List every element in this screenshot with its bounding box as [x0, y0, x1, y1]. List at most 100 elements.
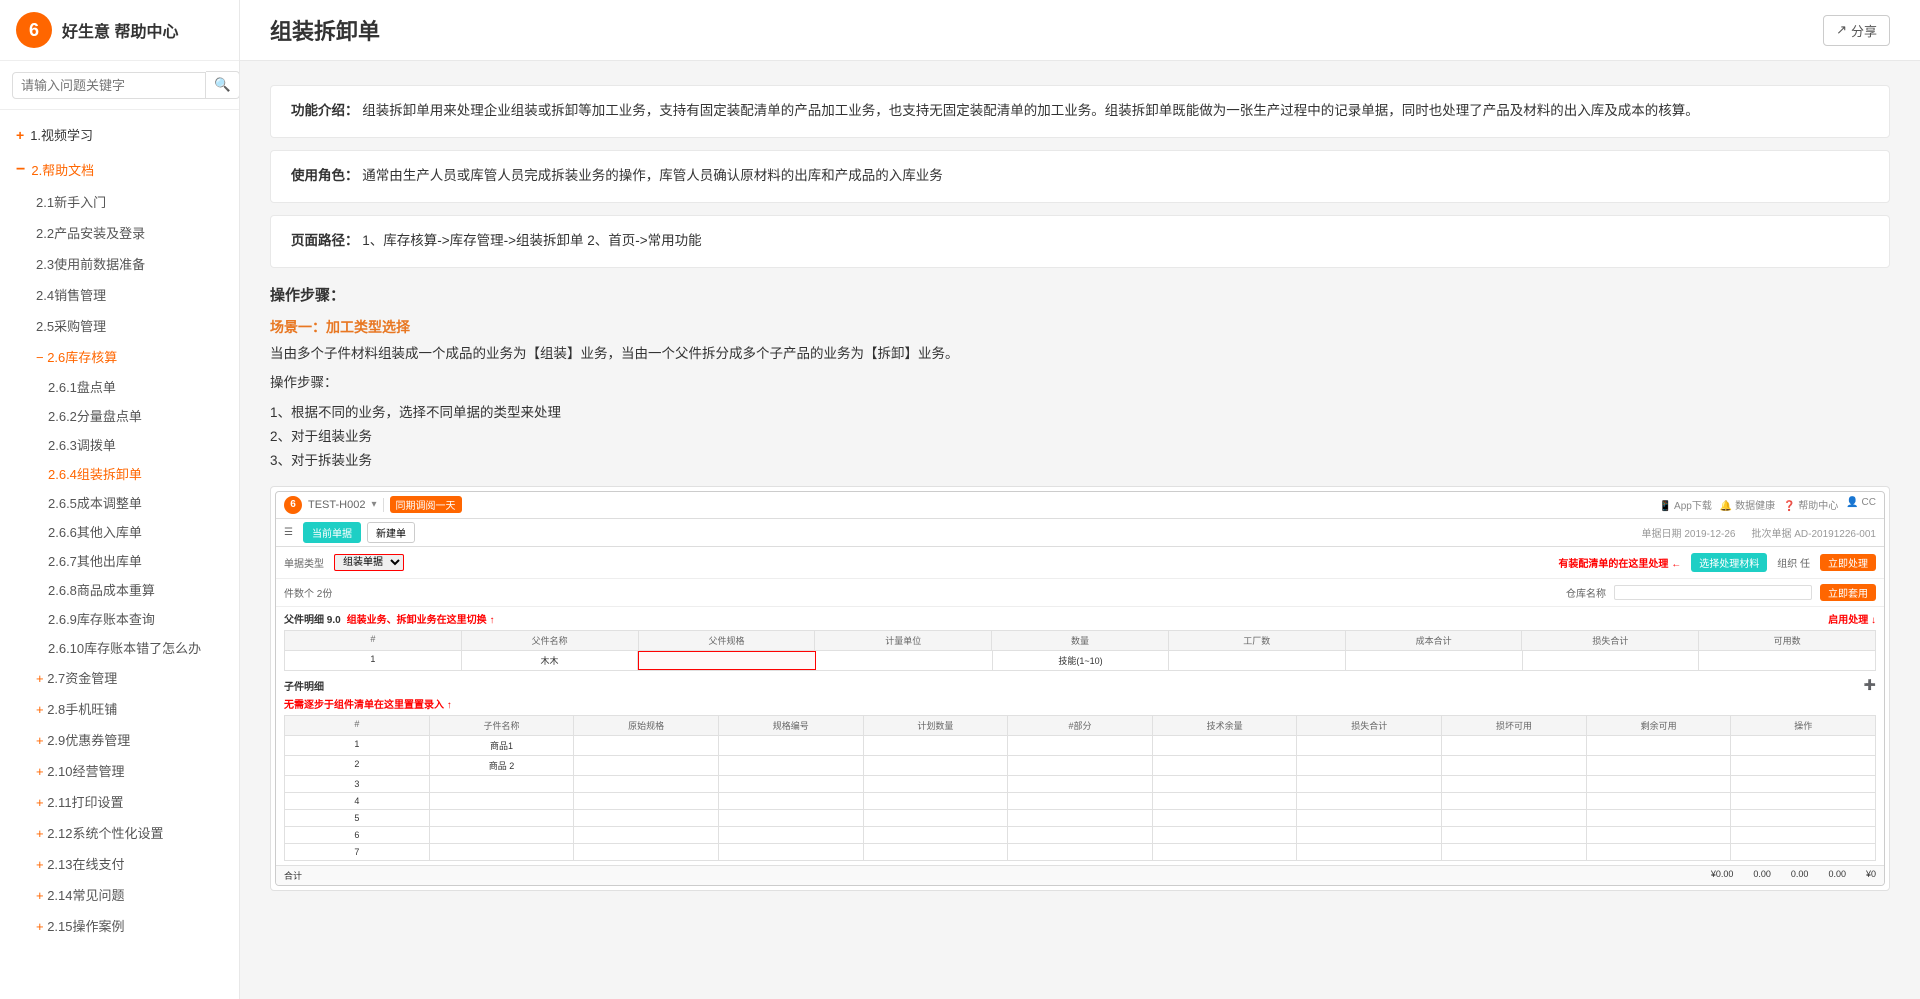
plus-icon: +: [16, 127, 24, 143]
sim-help: ❓ 帮助中心: [1783, 497, 1838, 512]
sim-table1-header: # 父件名称 父件规格 计量单位 数量 工厂数 成本合计 损失合计 可用数: [284, 630, 1876, 650]
sim-assembly-row: 父件明细 9.0 组装业务、拆卸业务在这里切换 ↑ 启用处理 ↓: [276, 607, 1884, 630]
minus-icon: −: [16, 161, 25, 179]
table-row: 7: [284, 843, 1876, 861]
screenshot-image: 6 TEST-H002 ▾ 同期调阅一天 📱 App下载 🔔 数据健康 ❓ 帮助…: [275, 491, 1885, 886]
sim-table1: # 父件名称 父件规格 计量单位 数量 工厂数 成本合计 损失合计 可用数 1: [284, 630, 1876, 671]
sidebar-item-payment[interactable]: + 2.13在线支付: [0, 848, 239, 879]
sidebar-item-coupon[interactable]: + 2.9优惠券管理: [0, 724, 239, 755]
sim-confirm-btn[interactable]: 立即处理: [1820, 554, 1876, 571]
feature-intro-text: 组装拆卸单用来处理企业组装或拆卸等加工业务，支持有固定装配清单的产品加工业务，也…: [362, 103, 1699, 118]
table-row: 6: [284, 826, 1876, 843]
sim-health: 🔔 数据健康: [1720, 497, 1775, 512]
share-icon: ↗: [1836, 22, 1847, 38]
scene1-desc: 当由多个子件材料组装成一个成品的业务为【组装】业务，当由一个父件拆分成多个子产品…: [270, 343, 1890, 366]
step3: 3、对于拆装业务: [270, 449, 1890, 473]
nav-list: + 1.视频学习 − 2.帮助文档 2.1新手入门 2.2产品安装及登录 2.3…: [0, 110, 239, 999]
path-label: 页面路径：: [291, 233, 359, 248]
sidebar-item-label: 1.视频学习: [30, 125, 93, 144]
sim-annotation1: 有装配清单的在这里处理 ←: [1558, 555, 1681, 570]
nav-section-videos: + 1.视频学习: [0, 118, 239, 151]
table-row: 1 商品1: [284, 735, 1876, 755]
sim-warehouse-input[interactable]: [1614, 585, 1812, 600]
sim-annotation4: 无需逐步于组件清单在这里置置录入 ↑: [284, 696, 452, 711]
logo-icon: 6: [16, 12, 52, 48]
sidebar-item-inventory[interactable]: − 2.6库存核算: [0, 341, 239, 372]
sidebar-item-purchase[interactable]: 2.5采购管理: [0, 310, 239, 341]
sim-doctype-select[interactable]: 组装单据: [334, 554, 404, 571]
path-block: 页面路径： 1、库存核算->库存管理->组装拆卸单 2、首页->常用功能: [270, 215, 1890, 268]
sidebar-item-label: 2.帮助文档: [31, 160, 94, 179]
sim-apply-btn[interactable]: 立即套用: [1820, 584, 1876, 601]
sidebar-item-otheroutstock[interactable]: 2.6.7其他出库单: [0, 546, 239, 575]
page-title: 组装拆卸单: [270, 14, 380, 46]
sidebar-item-sales[interactable]: 2.4销售管理: [0, 279, 239, 310]
sidebar-item-cases[interactable]: + 2.15操作案例: [0, 910, 239, 941]
ops-heading: 操作步骤：: [270, 284, 1890, 305]
sim-table2-header: # 子件名称 原始规格 规格编号 计划数量 #部分 技术余量 损失合计 损坏可用…: [284, 715, 1876, 735]
sim-logo: 6: [284, 496, 302, 514]
path-text: 1、库存核算->库存管理->组装拆卸单 2、首页->常用功能: [362, 233, 701, 248]
sim-nav-current[interactable]: 当前单据: [303, 522, 361, 543]
sim-sub-section: 子件明细 ➕: [276, 675, 1884, 696]
table-row: 3: [284, 775, 1876, 792]
table-row: 1 木木 技能(1~10): [284, 650, 1876, 671]
sidebar-item-costadjust[interactable]: 2.6.5成本调整单: [0, 488, 239, 517]
sim-nav-new[interactable]: 新建单: [367, 522, 415, 543]
role-text: 通常由生产人员或库管人员完成拆装业务的操作，库管人员确认原材料的出库和产成品的入…: [362, 168, 943, 183]
sim-process-btn[interactable]: 选择处理材料: [1691, 553, 1767, 572]
sidebar-item-finance[interactable]: + 2.7资金管理: [0, 662, 239, 693]
sidebar-item-operation[interactable]: + 2.10经营管理: [0, 755, 239, 786]
sidebar-item-newuser[interactable]: 2.1新手入门: [0, 186, 239, 217]
sidebar-item-assembly[interactable]: 2.6.4组装拆卸单: [0, 459, 239, 488]
app-title: 好生意 帮助中心: [62, 18, 178, 42]
sim-appdown: 📱 App下载: [1659, 497, 1711, 512]
sidebar-item-stockledger[interactable]: 2.6.9库存账本查询: [0, 604, 239, 633]
search-button[interactable]: 🔍: [206, 71, 240, 99]
role-label: 使用角色：: [291, 168, 359, 183]
step1: 1、根据不同的业务，选择不同单据的类型来处理: [270, 401, 1890, 425]
sidebar-item-weightstocktake[interactable]: 2.6.2分量盘点单: [0, 401, 239, 430]
sidebar: 6 好生意 帮助中心 🔍 + 1.视频学习 − 2.帮助文档 2.1新手入门 2…: [0, 0, 240, 999]
sidebar-header: 6 好生意 帮助中心: [0, 0, 239, 61]
main-header: 组装拆卸单 ↗ 分享: [240, 0, 1920, 61]
main-area: 组装拆卸单 ↗ 分享 功能介绍： 组装拆卸单用来处理企业组装或拆卸等加工业务，支…: [240, 0, 1920, 999]
sidebar-item-docs[interactable]: − 2.帮助文档: [0, 153, 239, 186]
share-button[interactable]: ↗ 分享: [1823, 15, 1890, 46]
sim-nav: ☰ 当前单据 新建单 单据日期 2019-12-26 批次单据 AD-20191…: [276, 519, 1884, 547]
sim-annotation2: 组装业务、拆卸业务在这里切换 ↑: [347, 611, 495, 626]
sidebar-item-stocktake[interactable]: 2.6.1盘点单: [0, 372, 239, 401]
sidebar-item-transfer[interactable]: 2.6.3调拨单: [0, 430, 239, 459]
sim-main-content: 单据类型 组装单据 有装配清单的在这里处理 ← 选择处理材料 组织 任 立即处理: [276, 547, 1884, 885]
sidebar-item-settings[interactable]: + 2.12系统个性化设置: [0, 817, 239, 848]
sidebar-item-faq[interactable]: + 2.14常见问题: [0, 879, 239, 910]
search-box: 🔍: [0, 61, 239, 110]
sim-brand: TEST-H002: [308, 499, 365, 511]
sidebar-item-videos[interactable]: + 1.视频学习: [0, 118, 239, 151]
step2: 2、对于组装业务: [270, 425, 1890, 449]
sim-badge: 同期调阅一天: [390, 496, 462, 513]
feature-intro-block: 功能介绍： 组装拆卸单用来处理企业组装或拆卸等加工业务，支持有固定装配清单的产品…: [270, 85, 1890, 138]
sim-icons: 📱 App下载 🔔 数据健康 ❓ 帮助中心 👤 CC: [1659, 497, 1876, 512]
sidebar-item-stockfix[interactable]: 2.6.10库存账本错了怎么办: [0, 633, 239, 662]
sim-annotation3: 启用处理 ↓: [1828, 611, 1876, 626]
sim-table2: # 子件名称 原始规格 规格编号 计划数量 #部分 技术余量 损失合计 损坏可用…: [284, 715, 1876, 861]
content-area: 功能介绍： 组装拆卸单用来处理企业组装或拆卸等加工业务，支持有固定装配清单的产品…: [240, 61, 1920, 999]
steps-list: 1、根据不同的业务，选择不同单据的类型来处理 2、对于组装业务 3、对于拆装业务: [270, 401, 1890, 474]
sidebar-item-otherinstock[interactable]: 2.6.6其他入库单: [0, 517, 239, 546]
ops-label: 操作步骤：: [270, 372, 1890, 395]
role-block: 使用角色： 通常由生产人员或库管人员完成拆装业务的操作，库管人员确认原材料的出库…: [270, 150, 1890, 203]
table-row: 2 商品 2: [284, 755, 1876, 775]
search-icon: 🔍: [214, 77, 231, 92]
feature-intro-label: 功能介绍：: [291, 103, 359, 118]
screenshot-container: 6 TEST-H002 ▾ 同期调阅一天 📱 App下载 🔔 数据健康 ❓ 帮助…: [270, 486, 1890, 891]
sim-annotation4-row: 无需逐步于组件清单在这里置置录入 ↑: [276, 696, 1884, 715]
sidebar-item-install[interactable]: 2.2产品安装及登录: [0, 217, 239, 248]
nav-section-docs: − 2.帮助文档 2.1新手入门 2.2产品安装及登录 2.3使用前数据准备 2…: [0, 153, 239, 941]
sidebar-item-dataprep[interactable]: 2.3使用前数据准备: [0, 248, 239, 279]
sidebar-item-mobile[interactable]: + 2.8手机旺铺: [0, 693, 239, 724]
sidebar-item-print[interactable]: + 2.11打印设置: [0, 786, 239, 817]
search-input[interactable]: [12, 72, 206, 99]
table-row: 5: [284, 809, 1876, 826]
sidebar-item-costrecalc[interactable]: 2.6.8商品成本重算: [0, 575, 239, 604]
